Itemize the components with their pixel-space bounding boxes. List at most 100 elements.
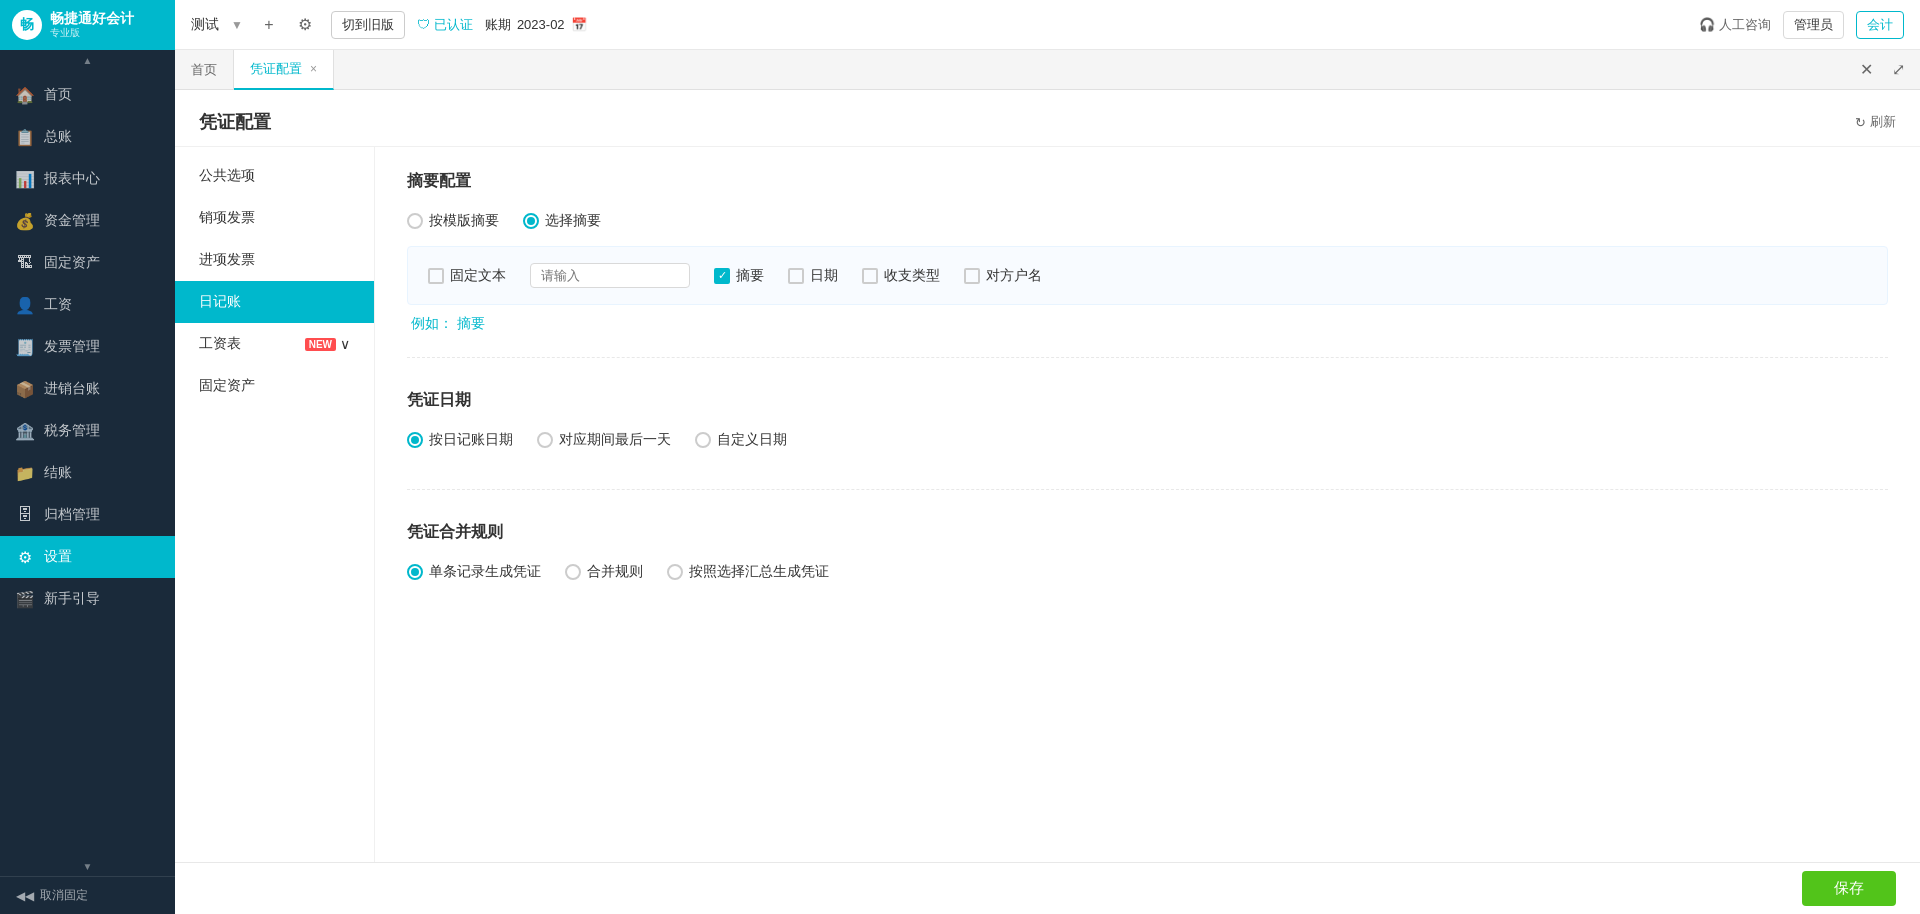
left-menu-item-journal[interactable]: 日记账 — [175, 281, 374, 323]
select-summary-merge-radio[interactable] — [667, 564, 683, 580]
select-summary-option[interactable]: 选择摘要 — [523, 212, 601, 230]
topbar-right: 🎧 人工咨询 管理员 会计 — [1699, 11, 1904, 39]
tab-close-button[interactable]: ✕ — [1852, 56, 1880, 84]
journal-date-option[interactable]: 按日记账日期 — [407, 431, 513, 449]
new-guide-label: 新手引导 — [44, 590, 100, 608]
page-header: 凭证配置 ↻ 刷新 — [175, 90, 1920, 147]
sidebar-item-invoice-management[interactable]: 🧾 发票管理 — [0, 326, 175, 368]
fixed-text-checkbox[interactable] — [428, 268, 444, 284]
payroll-icon: 👤 — [16, 296, 34, 314]
tab-home[interactable]: 首页 — [175, 50, 234, 90]
sidebar-item-fixed-assets[interactable]: 🏗 固定资产 — [0, 242, 175, 284]
merge-rules-radio[interactable] — [565, 564, 581, 580]
period-last-day-option[interactable]: 对应期间最后一天 — [537, 431, 671, 449]
sidebar-item-settings[interactable]: ⚙ 设置 — [0, 536, 175, 578]
fixed-text-option[interactable]: 固定文本 — [428, 267, 506, 285]
new-guide-icon: 🎬 — [16, 590, 34, 608]
abstract-label: 摘要 — [736, 267, 764, 285]
tab-actions: ✕ ⤢ — [1852, 56, 1920, 84]
tab-voucher-config[interactable]: 凭证配置× — [234, 50, 334, 90]
counterpart-name-option[interactable]: 对方户名 — [964, 267, 1042, 285]
sidebar-item-tax-management[interactable]: 🏦 税务管理 — [0, 410, 175, 452]
topbar-actions: + ⚙ — [255, 11, 319, 39]
journal-date-label: 按日记账日期 — [429, 431, 513, 449]
sidebar-scroll-down[interactable]: ▼ — [0, 856, 175, 876]
left-menu-item-fixed-assets-menu[interactable]: 固定资产 — [175, 365, 374, 407]
custom-date-option[interactable]: 自定义日期 — [695, 431, 787, 449]
closing-icon: 📁 — [16, 464, 34, 482]
merge-section: 凭证合并规则 单条记录生成凭证 合并规则 按照选择汇总生成凭证 — [407, 522, 1888, 621]
sidebar-item-purchase-sales[interactable]: 📦 进销台账 — [0, 368, 175, 410]
counterpart-name-checkbox[interactable] — [964, 268, 980, 284]
template-summary-radio[interactable] — [407, 213, 423, 229]
sidebar: 畅 畅捷通好会计 专业版 ▲ 🏠 首页 📋 总账 📊 报表中心 💰 资金管理 🏗… — [0, 0, 175, 914]
custom-date-label: 自定义日期 — [717, 431, 787, 449]
save-button[interactable]: 保存 — [1802, 871, 1896, 906]
menu-label-sales-invoice: 销项发票 — [199, 209, 255, 227]
payment-type-checkbox[interactable] — [862, 268, 878, 284]
period-last-day-radio[interactable] — [537, 432, 553, 448]
sidebar-item-closing[interactable]: 📁 结账 — [0, 452, 175, 494]
tab-close-voucher-config[interactable]: × — [310, 62, 317, 76]
date-checkbox[interactable] — [788, 268, 804, 284]
company-name[interactable]: 测试 — [191, 16, 219, 34]
merge-rules-option[interactable]: 合并规则 — [565, 563, 643, 581]
archive-icon: 🗄 — [16, 506, 34, 524]
sidebar-item-new-guide[interactable]: 🎬 新手引导 — [0, 578, 175, 620]
abstract-option[interactable]: 摘要 — [714, 267, 764, 285]
user-button[interactable]: 管理员 — [1783, 11, 1844, 39]
template-summary-option[interactable]: 按模版摘要 — [407, 212, 499, 230]
sidebar-scroll-up[interactable]: ▲ — [0, 50, 175, 70]
fund-management-label: 资金管理 — [44, 212, 100, 230]
counterpart-name-label: 对方户名 — [986, 267, 1042, 285]
fixed-text-input[interactable] — [530, 263, 690, 288]
page-title: 凭证配置 — [199, 110, 271, 134]
company-chevron-icon[interactable]: ▼ — [231, 18, 243, 32]
closing-label: 结账 — [44, 464, 72, 482]
tabs-bar: 首页凭证配置× ✕ ⤢ — [175, 50, 1920, 90]
main-content: 凭证配置 ↻ 刷新 公共选项销项发票进项发票日记账工资表NEW∨固定资产 摘要配… — [175, 90, 1920, 914]
sidebar-item-fund-management[interactable]: 💰 资金管理 — [0, 200, 175, 242]
accountant-button[interactable]: 会计 — [1856, 11, 1904, 39]
custom-date-radio[interactable] — [695, 432, 711, 448]
general-ledger-label: 总账 — [44, 128, 72, 146]
date-option[interactable]: 日期 — [788, 267, 838, 285]
invoice-management-label: 发票管理 — [44, 338, 100, 356]
period-last-day-label: 对应期间最后一天 — [559, 431, 671, 449]
sidebar-cancel-fixed[interactable]: ◀◀ 取消固定 — [0, 876, 175, 914]
left-menu-item-payroll-table[interactable]: 工资表NEW∨ — [175, 323, 374, 365]
sidebar-item-payroll[interactable]: 👤 工资 — [0, 284, 175, 326]
tax-management-icon: 🏦 — [16, 422, 34, 440]
left-menu-item-public-options[interactable]: 公共选项 — [175, 155, 374, 197]
menu-label-fixed-assets-menu: 固定资产 — [199, 377, 255, 395]
cancel-fixed-label: 取消固定 — [40, 887, 88, 904]
sidebar-item-archive[interactable]: 🗄 归档管理 — [0, 494, 175, 536]
left-menu-item-sales-invoice[interactable]: 销项发票 — [175, 197, 374, 239]
merge-title: 凭证合并规则 — [407, 522, 1888, 543]
archive-label: 归档管理 — [44, 506, 100, 524]
payroll-label: 工资 — [44, 296, 72, 314]
select-summary-merge-option[interactable]: 按照选择汇总生成凭证 — [667, 563, 829, 581]
shield-icon: 🛡 — [417, 17, 430, 32]
payment-type-option[interactable]: 收支类型 — [862, 267, 940, 285]
period-value: 2023-02 — [517, 17, 565, 32]
sidebar-item-general-ledger[interactable]: 📋 总账 — [0, 116, 175, 158]
journal-date-radio[interactable] — [407, 432, 423, 448]
certified-label: 已认证 — [434, 16, 473, 34]
settings-button[interactable]: ⚙ — [291, 11, 319, 39]
refresh-button[interactable]: ↻ 刷新 — [1855, 113, 1896, 131]
headset-icon: 🎧 — [1699, 17, 1715, 32]
switch-version-button[interactable]: 切到旧版 — [331, 11, 405, 39]
calendar-icon[interactable]: 📅 — [571, 17, 587, 32]
sidebar-item-report-center[interactable]: 📊 报表中心 — [0, 158, 175, 200]
abstract-checkbox[interactable] — [714, 268, 730, 284]
consult-button[interactable]: 🎧 人工咨询 — [1699, 16, 1771, 34]
add-button[interactable]: + — [255, 11, 283, 39]
sidebar-item-home[interactable]: 🏠 首页 — [0, 74, 175, 116]
tab-expand-button[interactable]: ⤢ — [1884, 56, 1912, 84]
single-record-option[interactable]: 单条记录生成凭证 — [407, 563, 541, 581]
left-menu-item-purchase-invoice[interactable]: 进项发票 — [175, 239, 374, 281]
select-summary-radio[interactable] — [523, 213, 539, 229]
single-record-radio[interactable] — [407, 564, 423, 580]
sidebar-logo[interactable]: 畅 畅捷通好会计 专业版 — [0, 0, 175, 50]
